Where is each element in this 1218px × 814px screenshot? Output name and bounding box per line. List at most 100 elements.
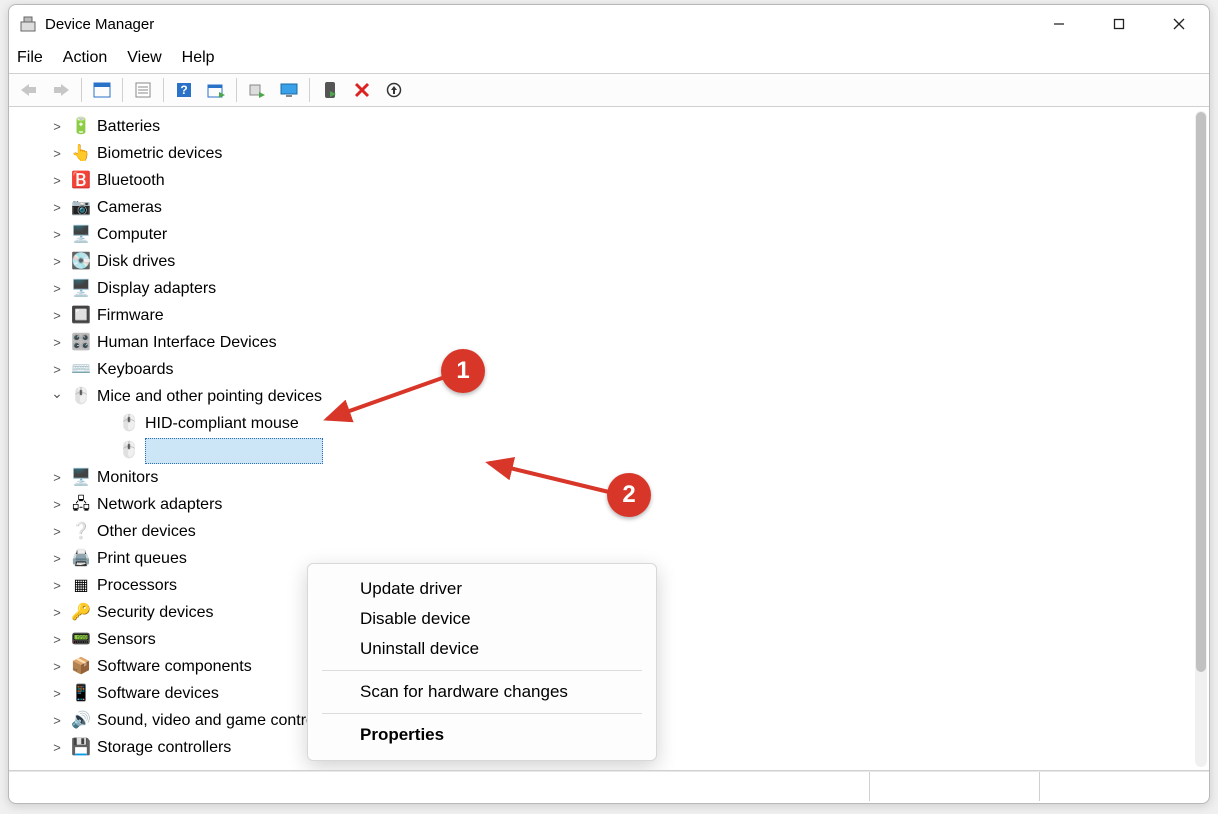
- chevron-right-icon[interactable]: [49, 225, 65, 245]
- tree-child-node[interactable]: 🖱️: [9, 437, 1209, 464]
- menu-help[interactable]: Help: [182, 49, 215, 67]
- tree-node-label: [145, 438, 323, 464]
- chevron-right-icon[interactable]: [49, 198, 65, 218]
- chevron-right-icon[interactable]: [49, 171, 65, 191]
- tree-node[interactable]: 🔋Batteries: [9, 113, 1209, 140]
- printer-icon: 🖨️: [71, 549, 91, 569]
- tree-node-label: Other devices: [97, 520, 196, 544]
- chevron-right-icon[interactable]: [49, 603, 65, 623]
- show-hide-console-button[interactable]: [88, 77, 116, 103]
- chevron-right-icon[interactable]: [49, 360, 65, 380]
- menu-file[interactable]: File: [17, 49, 43, 67]
- chevron-right-icon[interactable]: [49, 333, 65, 353]
- tree-node[interactable]: 👆Biometric devices: [9, 140, 1209, 167]
- app-icon: [19, 15, 37, 33]
- tree-node[interactable]: ⌨️Keyboards: [9, 356, 1209, 383]
- tree-node[interactable]: 🎛️ Human Interface Devices: [9, 329, 1209, 356]
- hid-icon: 🎛️: [71, 333, 91, 353]
- chevron-right-icon[interactable]: [49, 684, 65, 704]
- tree-node[interactable]: 🖥️Computer: [9, 221, 1209, 248]
- tree-node-label: Monitors: [97, 466, 158, 490]
- menubar: File Action View Help: [9, 43, 1209, 73]
- chevron-right-icon[interactable]: [49, 117, 65, 137]
- titlebar: Device Manager: [9, 5, 1209, 43]
- chevron-right-icon[interactable]: [49, 495, 65, 515]
- tree-node-label: Storage controllers: [97, 736, 231, 760]
- tree-node[interactable]: 🖱️Mice and other pointing devices: [9, 383, 1209, 410]
- chevron-right-icon[interactable]: [49, 711, 65, 731]
- forward-button[interactable]: [47, 77, 75, 103]
- minimize-button[interactable]: [1029, 5, 1089, 43]
- tree-node[interactable]: 💽Disk drives: [9, 248, 1209, 275]
- scan-button[interactable]: [202, 77, 230, 103]
- chevron-right-icon[interactable]: [49, 576, 65, 596]
- tree-node-label: Computer: [97, 223, 167, 247]
- battery-icon: 🔋: [71, 117, 91, 137]
- uninstall-button[interactable]: [348, 77, 376, 103]
- swcomp-icon: 📦: [71, 657, 91, 677]
- tree-node[interactable]: ❔ Other devices: [9, 518, 1209, 545]
- toolbar-separator: [81, 78, 82, 102]
- chevron-right-icon[interactable]: [49, 522, 65, 542]
- enable-button[interactable]: [316, 77, 344, 103]
- chevron-right-icon[interactable]: [49, 306, 65, 326]
- maximize-button[interactable]: [1089, 5, 1149, 43]
- context-menu-item[interactable]: Uninstall device: [308, 634, 656, 664]
- chevron-right-icon[interactable]: [49, 252, 65, 272]
- tree-node-label: Software devices: [97, 682, 219, 706]
- chevron-right-icon[interactable]: [49, 549, 65, 569]
- device-tree-area: 🔋Batteries👆Biometric devices🅱️Bluetooth📷…: [9, 107, 1209, 771]
- tree-node[interactable]: 🔲 Firmware: [9, 302, 1209, 329]
- context-menu-item[interactable]: Update driver: [308, 574, 656, 604]
- chevron-right-icon[interactable]: [49, 468, 65, 488]
- tree-child-node[interactable]: 🖱️HID-compliant mouse: [9, 410, 1209, 437]
- toolbar-separator: [309, 78, 310, 102]
- disable-button[interactable]: [380, 77, 408, 103]
- context-menu-item[interactable]: Scan for hardware changes: [308, 677, 656, 707]
- context-menu-item[interactable]: Properties: [308, 720, 656, 750]
- menu-action[interactable]: Action: [63, 49, 107, 67]
- tree-node[interactable]: 🅱️Bluetooth: [9, 167, 1209, 194]
- tree-node-label: Network adapters: [97, 493, 222, 517]
- mouse-icon: 🖱️: [119, 441, 139, 461]
- firmware-icon: 🔲: [71, 306, 91, 326]
- update-driver-button[interactable]: [243, 77, 271, 103]
- chevron-down-icon[interactable]: [49, 386, 65, 407]
- close-button[interactable]: [1149, 5, 1209, 43]
- annotation-step-2: 2: [607, 473, 651, 517]
- chevron-right-icon[interactable]: [49, 630, 65, 650]
- menu-view[interactable]: View: [127, 49, 161, 67]
- mouse-icon: 🖱️: [119, 414, 139, 434]
- keyboard-icon: ⌨️: [71, 360, 91, 380]
- help-button[interactable]: ?: [170, 77, 198, 103]
- device-manager-window: Device Manager File Action View Help ?: [8, 4, 1210, 804]
- context-menu-item[interactable]: Disable device: [308, 604, 656, 634]
- other-icon: ❔: [71, 522, 91, 542]
- tree-node-label: Cameras: [97, 196, 162, 220]
- annotation-step-1: 1: [441, 349, 485, 393]
- tree-node-label: Disk drives: [97, 250, 175, 274]
- chevron-right-icon[interactable]: [49, 279, 65, 299]
- chevron-right-icon[interactable]: [49, 738, 65, 758]
- monitor-icon: 🖥️: [71, 468, 91, 488]
- chevron-right-icon[interactable]: [49, 657, 65, 677]
- swdev-icon: 📱: [71, 684, 91, 704]
- back-button[interactable]: [15, 77, 43, 103]
- tree-node-label: Security devices: [97, 601, 214, 625]
- status-cell: [869, 772, 1039, 801]
- sensor-icon: 📟: [71, 630, 91, 650]
- toolbar-separator: [236, 78, 237, 102]
- sound-icon: 🔊: [71, 711, 91, 731]
- monitor-button[interactable]: [275, 77, 303, 103]
- scrollbar-thumb[interactable]: [1196, 112, 1206, 672]
- tree-node-label: Software components: [97, 655, 252, 679]
- tree-node-label: Human Interface Devices: [97, 331, 277, 355]
- tree-node-label: Firmware: [97, 304, 164, 328]
- vertical-scrollbar[interactable]: [1195, 111, 1207, 767]
- tree-node[interactable]: 📷Cameras: [9, 194, 1209, 221]
- tree-node[interactable]: 🖥️Display adapters: [9, 275, 1209, 302]
- status-cell: [1039, 772, 1209, 801]
- tree-node-label: Display adapters: [97, 277, 216, 301]
- chevron-right-icon[interactable]: [49, 144, 65, 164]
- properties-button[interactable]: [129, 77, 157, 103]
